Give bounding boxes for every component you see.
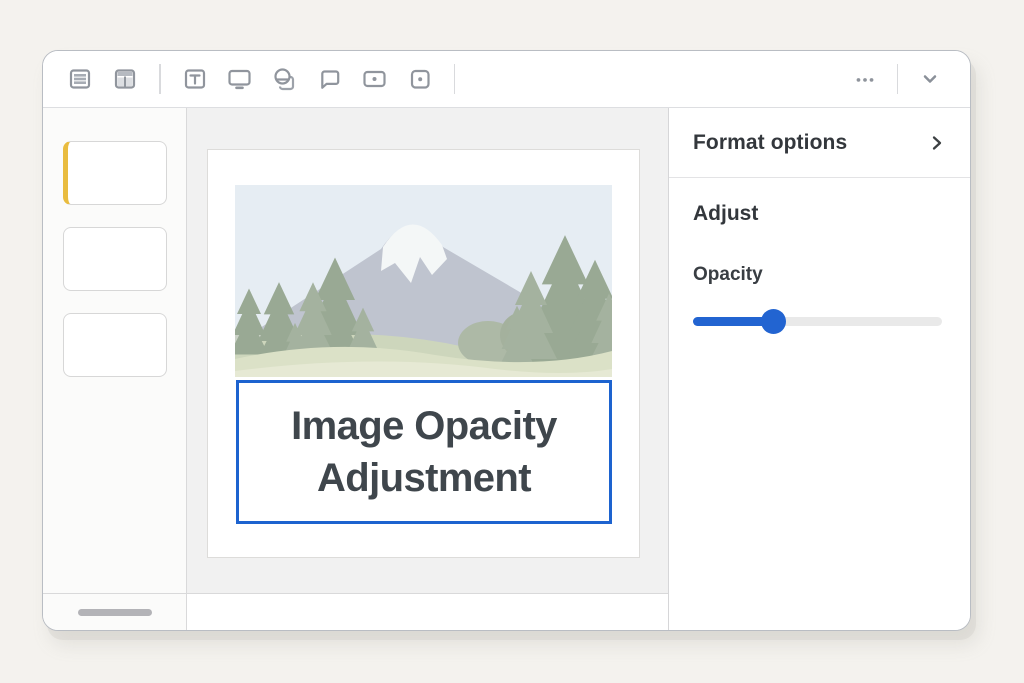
slide-text-box[interactable]: Image Opacity Adjustment bbox=[236, 380, 612, 524]
slide-filmstrip bbox=[43, 108, 187, 630]
toolbar bbox=[43, 51, 970, 108]
chevron-right-icon bbox=[928, 132, 946, 154]
image-wide-icon[interactable] bbox=[361, 65, 389, 93]
main-area: Image Opacity Adjustment Format options … bbox=[43, 108, 970, 630]
canvas-column: Image Opacity Adjustment bbox=[187, 108, 668, 630]
slides-editor-window: Image Opacity Adjustment Format options … bbox=[42, 50, 971, 631]
toolbar-separator bbox=[159, 64, 161, 94]
rows-icon[interactable] bbox=[66, 65, 94, 93]
comment-icon[interactable] bbox=[316, 65, 344, 93]
toolbar-right-group bbox=[851, 64, 945, 94]
opacity-label: Opacity bbox=[693, 264, 942, 286]
format-options-header[interactable]: Format options bbox=[669, 108, 970, 178]
filmstrip-footer bbox=[43, 593, 186, 630]
thumbnail-list bbox=[43, 108, 186, 593]
monitor-icon[interactable] bbox=[226, 65, 254, 93]
slide-thumbnail-3[interactable] bbox=[63, 313, 167, 377]
shapes-icon[interactable] bbox=[271, 65, 299, 93]
toolbar-separator bbox=[454, 64, 456, 94]
toolbar-separator bbox=[897, 64, 899, 94]
canvas-footer bbox=[187, 593, 668, 630]
slide-title-text: Image Opacity Adjustment bbox=[251, 400, 597, 504]
mountain-landscape-image[interactable] bbox=[235, 185, 612, 377]
scroll-handle[interactable] bbox=[78, 609, 152, 616]
more-options-icon[interactable] bbox=[851, 65, 879, 93]
slide-thumbnail-2[interactable] bbox=[63, 227, 167, 291]
layout-icon[interactable] bbox=[111, 65, 139, 93]
chevron-down-icon[interactable] bbox=[916, 65, 944, 93]
slide[interactable]: Image Opacity Adjustment bbox=[207, 149, 640, 558]
adjust-section-label: Adjust bbox=[693, 202, 942, 226]
opacity-slider-thumb[interactable] bbox=[761, 309, 786, 334]
format-options-panel: Format options Adjust Opacity bbox=[668, 108, 970, 630]
textbox-icon[interactable] bbox=[181, 65, 209, 93]
slide-canvas[interactable]: Image Opacity Adjustment bbox=[187, 108, 668, 593]
slide-thumbnail-1[interactable] bbox=[63, 141, 167, 205]
format-options-label: Format options bbox=[693, 131, 847, 155]
opacity-slider[interactable] bbox=[693, 309, 942, 334]
image-square-icon[interactable] bbox=[406, 65, 434, 93]
panel-body: Adjust Opacity bbox=[669, 202, 970, 334]
